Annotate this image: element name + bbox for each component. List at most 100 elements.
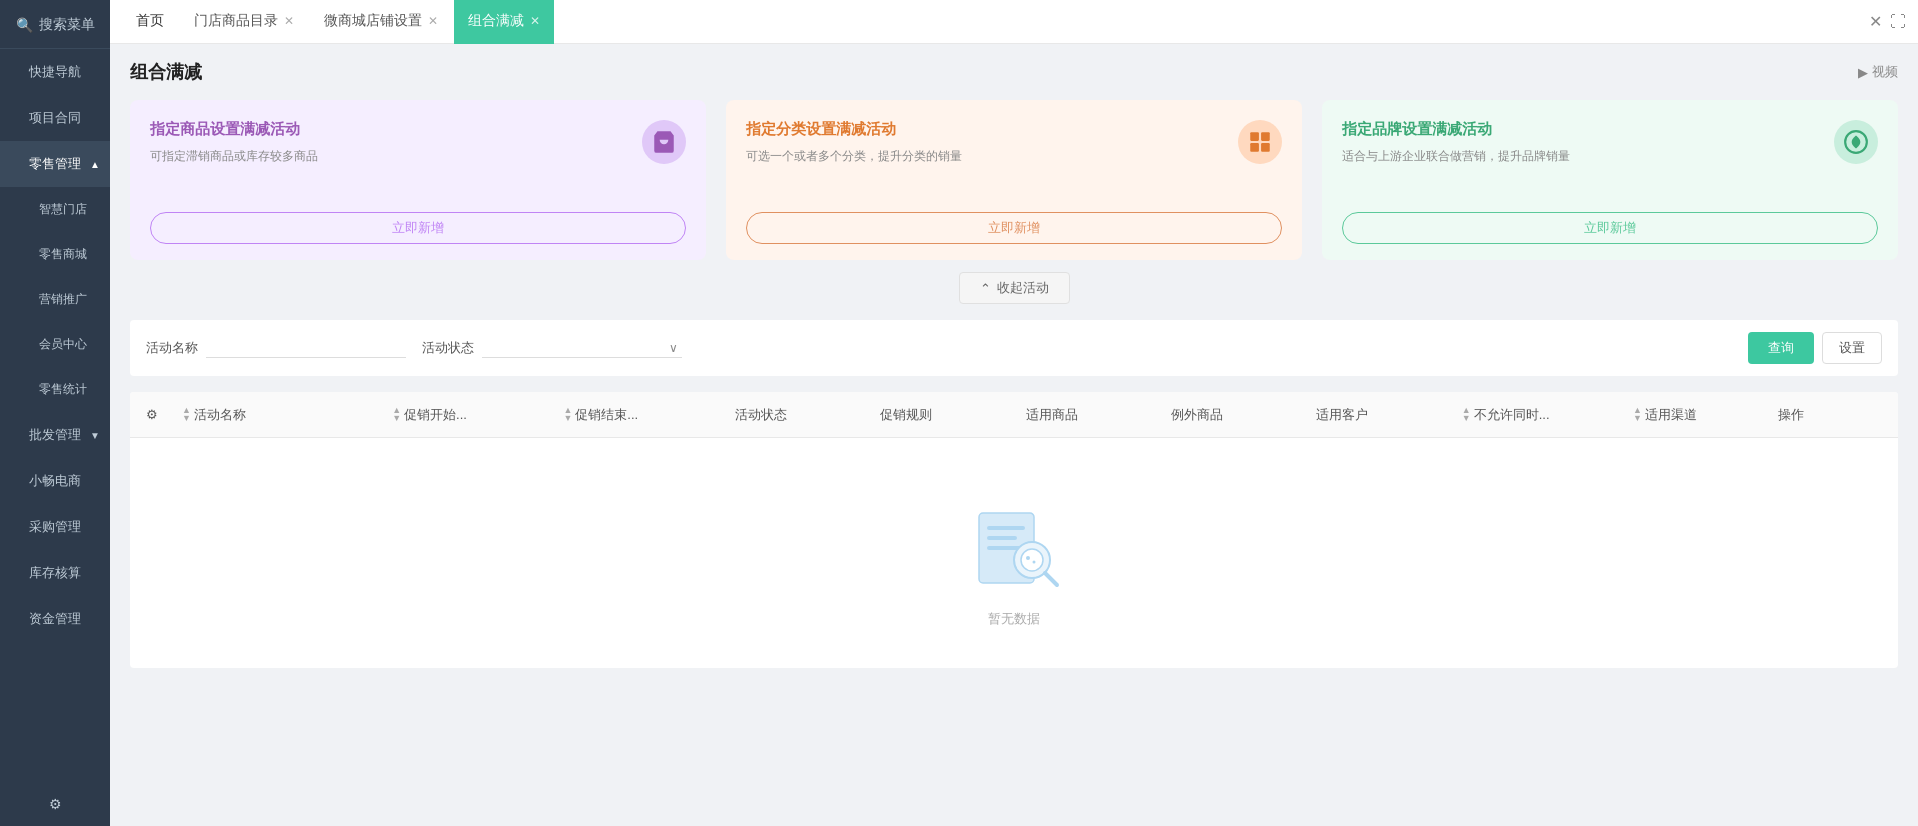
- filter-name: 活动名称: [146, 338, 406, 358]
- th-status: 活动状态: [727, 406, 872, 424]
- filter-bar: 活动名称 活动状态 ∨ 查询 设置: [130, 320, 1898, 376]
- sort-icon: ▲▼: [392, 407, 401, 421]
- empty-state: 暂无数据: [130, 438, 1898, 668]
- card-btn-goods[interactable]: 立即新增: [150, 212, 686, 244]
- window-close-icon[interactable]: ✕: [1869, 12, 1882, 31]
- card-desc-category: 可选一个或者多个分类，提升分类的销量: [746, 147, 1282, 198]
- th-name[interactable]: ▲▼ 活动名称: [174, 406, 384, 424]
- search-icon: 🔍: [16, 17, 33, 33]
- th-op: 操作: [1770, 406, 1890, 424]
- sidebar-item-member[interactable]: 会员中心: [0, 322, 110, 367]
- th-channel[interactable]: ▲▼ 适用渠道: [1625, 406, 1770, 424]
- tab-close-store-catalog[interactable]: ✕: [284, 15, 294, 27]
- filter-actions: 查询 设置: [1748, 332, 1882, 364]
- sort-icon: ▲▼: [182, 407, 191, 421]
- sidebar-search-label: 搜索菜单: [39, 16, 95, 34]
- tab-close-wechat-settings[interactable]: ✕: [428, 15, 438, 27]
- filter-status-label: 活动状态: [422, 339, 474, 357]
- filter-name-label: 活动名称: [146, 339, 198, 357]
- svg-rect-0: [1250, 132, 1259, 141]
- card-btn-category[interactable]: 立即新增: [746, 212, 1282, 244]
- th-notallow[interactable]: ▲▼ 不允许同时...: [1454, 406, 1625, 424]
- sort-icon: ▲▼: [563, 407, 572, 421]
- filter-status-select-wrap: ∨: [482, 338, 682, 358]
- th-gear[interactable]: ⚙: [138, 407, 174, 422]
- page-content: 组合满减 ▶ 视频 指定商品设置满减活动 可指定滞销商品或库存较多商品 立即新增: [110, 44, 1918, 826]
- card-title-category: 指定分类设置满减活动: [746, 120, 1282, 139]
- activity-card-category: 指定分类设置满减活动 可选一个或者多个分类，提升分类的销量 立即新增: [726, 100, 1302, 260]
- settings-filter-button[interactable]: 设置: [1822, 332, 1882, 364]
- sidebar-item-finance[interactable]: 资金管理: [0, 596, 110, 642]
- card-desc-goods: 可指定滞销商品或库存较多商品: [150, 147, 686, 198]
- sidebar-item-wholesale[interactable]: 批发管理 ▼: [0, 412, 110, 458]
- svg-rect-2: [1250, 143, 1259, 152]
- svg-point-12: [1033, 561, 1036, 564]
- empty-text: 暂无数据: [988, 610, 1040, 628]
- data-table: ⚙ ▲▼ 活动名称 ▲▼ 促销开始... ▲▼ 促销结束... 活动状态: [130, 392, 1898, 668]
- gear-icon: ⚙: [49, 796, 62, 812]
- filter-status: 活动状态 ∨: [422, 338, 682, 358]
- th-rule: 促销规则: [872, 406, 1017, 424]
- sort-icon: ▲▼: [1462, 407, 1471, 421]
- empty-illustration: [954, 498, 1074, 598]
- tabbar: 首页 门店商品目录 ✕ 微商城店铺设置 ✕ 组合满减 ✕ ✕ ⛶: [110, 0, 1918, 44]
- card-icon-brand: [1834, 120, 1878, 164]
- sidebar: 🔍 搜索菜单 快捷导航 项目合同 零售管理 ▲ 智慧门店 零售商城 营销推广 会…: [0, 0, 110, 826]
- svg-rect-5: [987, 526, 1025, 530]
- card-title-goods: 指定商品设置满减活动: [150, 120, 686, 139]
- th-goods: 适用商品: [1018, 406, 1163, 424]
- page-title: 组合满减: [130, 60, 202, 84]
- activity-card-brand: 指定品牌设置满减活动 适合与上游企业联合做营销，提升品牌销量 立即新增: [1322, 100, 1898, 260]
- page-header: 组合满减 ▶ 视频: [130, 60, 1898, 84]
- activity-card-goods: 指定商品设置满减活动 可指定滞销商品或库存较多商品 立即新增: [130, 100, 706, 260]
- th-customer: 适用客户: [1308, 406, 1453, 424]
- sidebar-item-purchase[interactable]: 采购管理: [0, 504, 110, 550]
- svg-rect-3: [1261, 143, 1270, 152]
- query-button[interactable]: 查询: [1748, 332, 1814, 364]
- svg-line-10: [1045, 573, 1057, 585]
- sidebar-item-smart-store[interactable]: 智慧门店: [0, 187, 110, 232]
- th-except: 例外商品: [1163, 406, 1308, 424]
- chevron-up-icon: ⌃: [980, 281, 991, 296]
- sidebar-item-inventory[interactable]: 库存核算: [0, 550, 110, 596]
- sidebar-item-retail-mall[interactable]: 零售商城: [0, 232, 110, 277]
- sidebar-item-project[interactable]: 项目合同: [0, 95, 110, 141]
- chevron-down-icon: ▼: [90, 430, 100, 441]
- video-link[interactable]: ▶ 视频: [1858, 63, 1898, 81]
- svg-rect-7: [987, 546, 1021, 550]
- svg-point-9: [1021, 549, 1043, 571]
- tab-store-catalog[interactable]: 门店商品目录 ✕: [180, 0, 308, 44]
- gear-icon: ⚙: [146, 407, 158, 422]
- card-desc-brand: 适合与上游企业联合做营销，提升品牌销量: [1342, 147, 1878, 198]
- play-icon: ▶: [1858, 65, 1868, 80]
- collapse-button[interactable]: ⌃ 收起活动: [959, 272, 1070, 304]
- window-maximize-icon[interactable]: ⛶: [1890, 13, 1906, 31]
- sidebar-item-marketing[interactable]: 营销推广: [0, 277, 110, 322]
- th-start[interactable]: ▲▼ 促销开始...: [384, 406, 555, 424]
- sort-icon: ▲▼: [1633, 407, 1642, 421]
- tab-wechat-settings[interactable]: 微商城店铺设置 ✕: [310, 0, 452, 44]
- card-title-brand: 指定品牌设置满减活动: [1342, 120, 1878, 139]
- main-area: 首页 门店商品目录 ✕ 微商城店铺设置 ✕ 组合满减 ✕ ✕ ⛶ 组合满减 ▶ …: [110, 0, 1918, 826]
- tab-home[interactable]: 首页: [122, 0, 178, 44]
- table-header: ⚙ ▲▼ 活动名称 ▲▼ 促销开始... ▲▼ 促销结束... 活动状态: [130, 392, 1898, 438]
- svg-rect-1: [1261, 132, 1270, 141]
- tabbar-right: ✕ ⛶: [1869, 12, 1906, 31]
- tab-combo-discount[interactable]: 组合满减 ✕: [454, 0, 554, 44]
- sidebar-item-ecommerce[interactable]: 小畅电商: [0, 458, 110, 504]
- sidebar-item-quicknav[interactable]: 快捷导航: [0, 49, 110, 95]
- th-end[interactable]: ▲▼ 促销结束...: [555, 406, 726, 424]
- sidebar-item-retail-stats[interactable]: 零售统计: [0, 367, 110, 412]
- card-btn-brand[interactable]: 立即新增: [1342, 212, 1878, 244]
- tab-close-combo-discount[interactable]: ✕: [530, 15, 540, 27]
- card-icon-category: [1238, 120, 1282, 164]
- sidebar-item-retail[interactable]: 零售管理 ▲: [0, 141, 110, 187]
- svg-rect-6: [987, 536, 1017, 540]
- filter-name-input[interactable]: [206, 338, 406, 358]
- settings-button[interactable]: ⚙: [0, 782, 110, 826]
- sidebar-search[interactable]: 🔍 搜索菜单: [0, 0, 110, 49]
- activity-cards: 指定商品设置满减活动 可指定滞销商品或库存较多商品 立即新增 指定分类设置满减活…: [130, 100, 1898, 260]
- filter-status-select[interactable]: [482, 338, 682, 358]
- collapse-bar: ⌃ 收起活动: [130, 272, 1898, 304]
- card-icon-goods: [642, 120, 686, 164]
